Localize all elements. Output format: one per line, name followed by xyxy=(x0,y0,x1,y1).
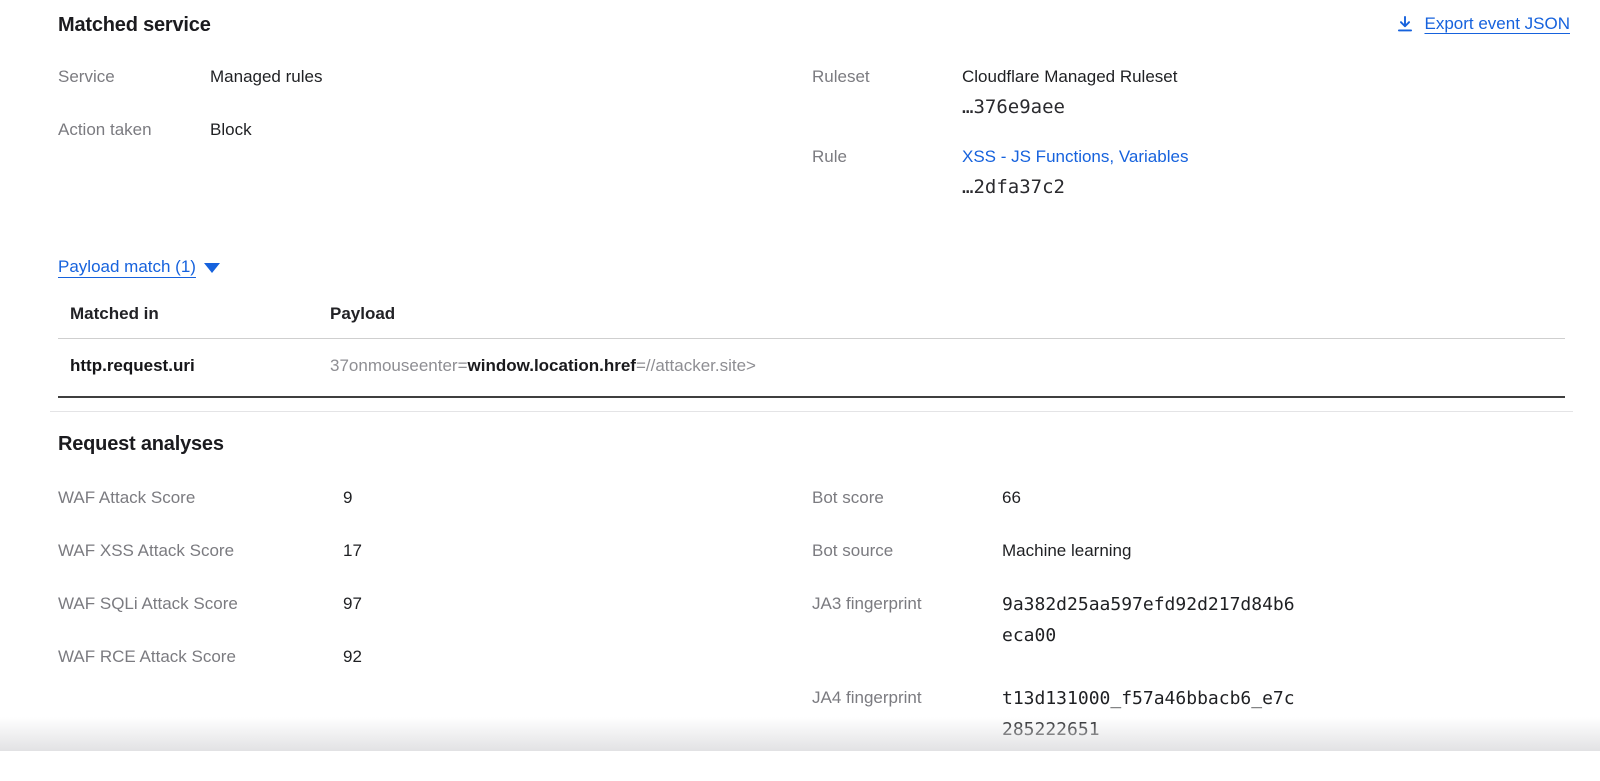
section-divider xyxy=(50,411,1573,412)
ja4-fingerprint-row: JA4 fingerprint t13d131000_f57a46bbacb6_… xyxy=(812,687,1570,749)
waf-xss-attack-score-row: WAF XSS Attack Score 17 xyxy=(58,540,812,561)
ja4-fingerprint-label: JA4 fingerprint xyxy=(812,687,1002,749)
payload-match-table: Matched in Payload http.request.uri 37on… xyxy=(58,304,1565,398)
service-value: Managed rules xyxy=(210,66,322,87)
ja3-fingerprint-label: JA3 fingerprint xyxy=(812,593,1002,655)
matched-in-value: http.request.uri xyxy=(70,356,330,376)
payload-prefix: 37onmouseenter= xyxy=(330,356,468,375)
bot-source-label: Bot source xyxy=(812,540,1002,561)
bot-score-row: Bot score 66 xyxy=(812,487,1570,508)
ruleset-id: …376e9aee xyxy=(962,92,1177,122)
request-analyses-section: WAF Attack Score 9 WAF XSS Attack Score … xyxy=(58,487,1570,781)
download-icon xyxy=(1396,15,1414,33)
action-taken-label: Action taken xyxy=(58,119,210,140)
matched-service-header: Matched service Export event JSON xyxy=(58,12,1570,38)
service-label: Service xyxy=(58,66,210,87)
chevron-down-icon xyxy=(204,263,220,273)
export-event-json-link[interactable]: Export event JSON xyxy=(1396,12,1570,36)
service-row: Service Managed rules xyxy=(58,66,812,87)
payload-table-header: Matched in Payload xyxy=(58,304,1565,339)
bot-score-label: Bot score xyxy=(812,487,1002,508)
waf-event-detail-panel: Matched service Export event JSON Servic… xyxy=(0,0,1600,781)
payload-suffix: =//attacker.site> xyxy=(636,356,756,375)
action-taken-row: Action taken Block xyxy=(58,119,812,140)
matched-in-column-header: Matched in xyxy=(70,304,330,324)
waf-rce-attack-score-label: WAF RCE Attack Score xyxy=(58,646,343,667)
action-taken-value: Block xyxy=(210,119,252,140)
waf-attack-score-label: WAF Attack Score xyxy=(58,487,343,508)
rule-row: Rule XSS - JS Functions, Variables …2dfa… xyxy=(812,146,1570,202)
rule-link[interactable]: XSS - JS Functions, Variables xyxy=(962,147,1188,166)
payload-match-row: http.request.uri 37onmouseenter=window.l… xyxy=(58,339,1565,398)
waf-rce-attack-score-value: 92 xyxy=(343,646,362,667)
bot-source-value: Machine learning xyxy=(1002,540,1131,561)
waf-attack-score-row: WAF Attack Score 9 xyxy=(58,487,812,508)
matched-service-section: Service Managed rules Action taken Block… xyxy=(58,66,1570,226)
ja3-fingerprint-row: JA3 fingerprint 9a382d25aa597efd92d217d8… xyxy=(812,593,1570,655)
rule-id: …2dfa37c2 xyxy=(962,172,1188,202)
matched-service-title: Matched service xyxy=(58,12,211,38)
payload-match-toggle[interactable]: Payload match (1) xyxy=(58,256,220,278)
payload-value: 37onmouseenter=window.location.href=//at… xyxy=(330,356,756,376)
ruleset-label: Ruleset xyxy=(812,66,962,122)
waf-xss-attack-score-label: WAF XSS Attack Score xyxy=(58,540,343,561)
rule-label: Rule xyxy=(812,146,962,202)
bot-score-value: 66 xyxy=(1002,487,1021,508)
ruleset-name: Cloudflare Managed Ruleset xyxy=(962,67,1177,86)
export-event-json-label: Export event JSON xyxy=(1424,12,1570,36)
bot-source-row: Bot source Machine learning xyxy=(812,540,1570,561)
ruleset-row: Ruleset Cloudflare Managed Ruleset …376e… xyxy=(812,66,1570,122)
waf-sqli-attack-score-label: WAF SQLi Attack Score xyxy=(58,593,343,614)
payload-highlight: window.location.href xyxy=(468,356,636,375)
waf-attack-score-value: 9 xyxy=(343,487,352,508)
waf-sqli-attack-score-row: WAF SQLi Attack Score 97 xyxy=(58,593,812,614)
payload-match-toggle-label: Payload match (1) xyxy=(58,256,196,278)
waf-rce-attack-score-row: WAF RCE Attack Score 92 xyxy=(58,646,812,667)
payload-column-header: Payload xyxy=(330,304,395,324)
ja3-fingerprint-value: 9a382d25aa597efd92d217d84b6eca00 xyxy=(1002,589,1297,651)
waf-xss-attack-score-value: 17 xyxy=(343,540,362,561)
ja4-fingerprint-value: t13d131000_f57a46bbacb6_e7c285222651 xyxy=(1002,683,1297,745)
request-analyses-title: Request analyses xyxy=(58,433,1570,456)
waf-sqli-attack-score-value: 97 xyxy=(343,593,362,614)
